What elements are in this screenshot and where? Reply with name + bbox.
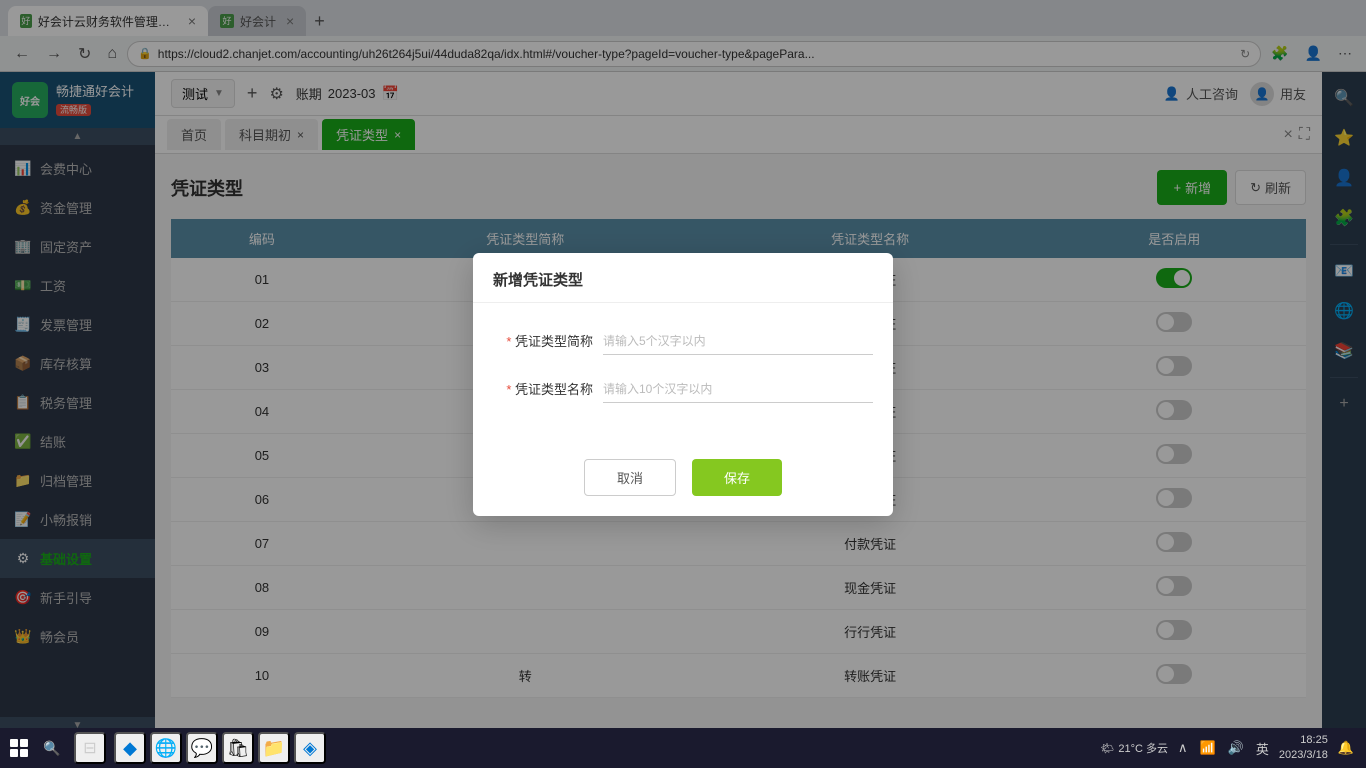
short-label-text: 凭证类型简称 xyxy=(515,334,593,349)
taskview-icon: ⊟ xyxy=(83,738,96,758)
explorer-icon: 📁 xyxy=(263,738,285,759)
modal-footer: 取消 保存 xyxy=(473,447,893,516)
form-row-short: * 凭证类型简称 xyxy=(493,327,873,355)
edge-icon: ◆ xyxy=(123,738,137,759)
add-voucher-modal: 新增凭证类型 * 凭证类型简称 * 凭证类型名称 取消 xyxy=(473,253,893,516)
weather-text: 21°C 多云 xyxy=(1118,740,1168,756)
form-label-short: * 凭证类型简称 xyxy=(493,331,603,350)
taskbar-edge2[interactable]: ◈ xyxy=(294,732,326,764)
taskbar-search-button[interactable]: 🔍 xyxy=(38,734,66,762)
cancel-label: 取消 xyxy=(617,471,643,486)
modal-overlay: 新增凭证类型 * 凭证类型简称 * 凭证类型名称 取消 xyxy=(0,0,1366,768)
modal-body: * 凭证类型简称 * 凭证类型名称 xyxy=(473,303,893,447)
taskbar-taskview[interactable]: ⊟ xyxy=(74,732,106,764)
save-label: 保存 xyxy=(724,471,750,486)
start-button[interactable] xyxy=(8,737,30,759)
taskbar-right: 🌤 21°C 多云 ∧ 📶 🔊 英 18:25 2023/3/18 🔔 xyxy=(1100,733,1358,764)
full-name-input[interactable] xyxy=(603,375,873,403)
wechat-icon: 💬 xyxy=(191,738,213,759)
taskbar-arrows-button[interactable]: ∧ xyxy=(1174,738,1192,758)
lang-text: 英 xyxy=(1256,742,1269,757)
taskbar-notification-button[interactable]: 🔔 xyxy=(1334,738,1358,758)
save-button[interactable]: 保存 xyxy=(692,459,782,496)
taskbar: 🔍 ⊟ ◆ 🌐 💬 🛍 📁 ◈ 🌤 21°C 多云 ∧ 📶 🔊 xyxy=(0,728,1366,768)
short-name-input[interactable] xyxy=(603,327,873,355)
taskbar-network-button[interactable]: 📶 xyxy=(1195,738,1219,758)
name-label-text: 凭证类型名称 xyxy=(515,382,593,397)
chrome-icon: 🌐 xyxy=(155,738,177,759)
modal-title: 新增凭证类型 xyxy=(493,272,583,289)
taskbar-lang-button[interactable]: 英 xyxy=(1252,737,1273,760)
cancel-button[interactable]: 取消 xyxy=(584,459,676,496)
taskbar-chrome[interactable]: 🌐 xyxy=(150,732,182,764)
taskbar-edge[interactable]: ◆ xyxy=(114,732,146,764)
taskbar-weather: 🌤 21°C 多云 xyxy=(1100,740,1168,756)
taskbar-sound-button[interactable]: 🔊 xyxy=(1224,738,1248,758)
taskbar-store[interactable]: 🛍 xyxy=(222,732,254,764)
taskbar-time[interactable]: 18:25 2023/3/18 xyxy=(1279,733,1328,764)
taskbar-apps: ◆ 🌐 💬 🛍 📁 ◈ xyxy=(114,732,1092,764)
required-star-short: * xyxy=(506,334,515,349)
taskbar-explorer[interactable]: 📁 xyxy=(258,732,290,764)
time-text: 18:25 xyxy=(1279,733,1328,748)
taskbar-system-icons: ∧ 📶 🔊 英 xyxy=(1174,737,1273,760)
taskbar-wechat[interactable]: 💬 xyxy=(186,732,218,764)
form-label-name: * 凭证类型名称 xyxy=(493,379,603,398)
required-star-name: * xyxy=(506,382,515,397)
date-text: 2023/3/18 xyxy=(1279,748,1328,763)
weather-icon: 🌤 xyxy=(1100,742,1114,755)
edge2-icon: ◈ xyxy=(303,738,317,759)
store-icon: 🛍 xyxy=(227,738,250,759)
form-row-name: * 凭证类型名称 xyxy=(493,375,873,403)
modal-header: 新增凭证类型 xyxy=(473,253,893,303)
